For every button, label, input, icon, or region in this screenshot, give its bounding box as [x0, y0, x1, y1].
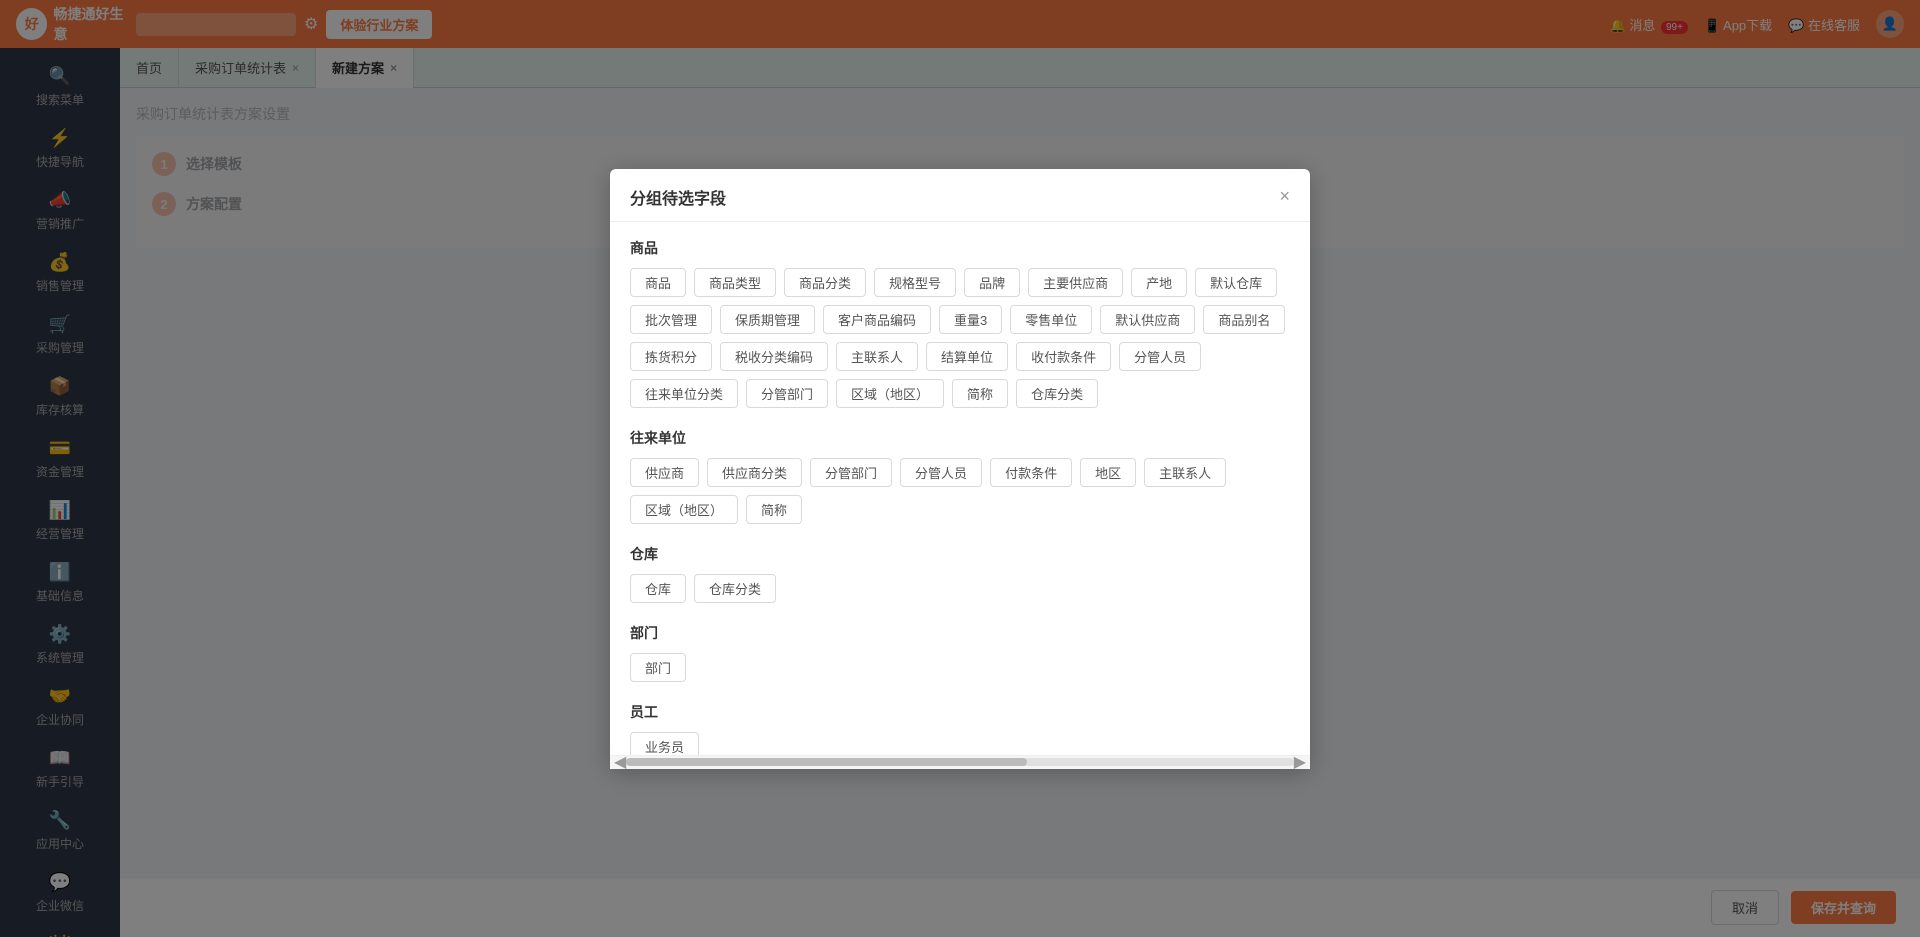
field-tag[interactable]: 分管人员	[1119, 342, 1201, 371]
field-tag[interactable]: 往来单位分类	[630, 379, 738, 408]
field-tag[interactable]: 简称	[952, 379, 1008, 408]
field-section-商品: 商品商品商品类型商品分类规格型号品牌主要供应商产地默认仓库批次管理保质期管理客户…	[630, 238, 1290, 408]
field-tag[interactable]: 保质期管理	[720, 305, 815, 334]
scroll-right-arrow[interactable]: ▶	[1294, 752, 1306, 772]
field-tags-员工: 业务员	[630, 732, 1290, 755]
field-section-员工: 员工业务员	[630, 702, 1290, 755]
modal-dialog: 分组待选字段 × 商品商品商品类型商品分类规格型号品牌主要供应商产地默认仓库批次…	[610, 169, 1310, 769]
field-tag[interactable]: 仓库分类	[694, 574, 776, 603]
modal-header: 分组待选字段 ×	[610, 169, 1310, 222]
field-tag[interactable]: 重量3	[939, 305, 1002, 334]
field-tag[interactable]: 商品分类	[784, 268, 866, 297]
field-tag[interactable]: 商品类型	[694, 268, 776, 297]
field-tag[interactable]: 税收分类编码	[720, 342, 828, 371]
field-tag[interactable]: 区域（地区）	[630, 495, 738, 524]
field-tag[interactable]: 零售单位	[1010, 305, 1092, 334]
field-tag[interactable]: 规格型号	[874, 268, 956, 297]
field-section-往来单位: 往来单位供应商供应商分类分管部门分管人员付款条件地区主联系人区域（地区） 简称	[630, 428, 1290, 524]
field-tags-商品: 商品商品类型商品分类规格型号品牌主要供应商产地默认仓库批次管理保质期管理客户商品…	[630, 268, 1290, 408]
field-tag[interactable]: 区域（地区）	[836, 379, 944, 408]
field-tag[interactable]: 客户商品编码	[823, 305, 931, 334]
field-tag[interactable]: 业务员	[630, 732, 699, 755]
field-tags-仓库: 仓库仓库分类	[630, 574, 1290, 603]
field-tag[interactable]: 分管人员	[900, 458, 982, 487]
field-tags-部门: 部门	[630, 653, 1290, 682]
scroll-thumb	[626, 758, 1026, 766]
section-title: 商品	[630, 238, 1290, 258]
field-tag[interactable]: 简称	[746, 495, 802, 524]
field-tag[interactable]: 分管部门	[746, 379, 828, 408]
field-tag[interactable]: 结算单位	[926, 342, 1008, 371]
section-title: 部门	[630, 623, 1290, 643]
modal-title: 分组待选字段	[630, 185, 726, 209]
field-tag[interactable]: 产地	[1131, 268, 1187, 297]
field-tag[interactable]: 主联系人	[836, 342, 918, 371]
modal-close-button[interactable]: ×	[1279, 186, 1290, 207]
field-tag[interactable]: 主联系人	[1144, 458, 1226, 487]
section-title: 往来单位	[630, 428, 1290, 448]
field-tag[interactable]: 批次管理	[630, 305, 712, 334]
field-section-仓库: 仓库仓库仓库分类	[630, 544, 1290, 603]
field-tag[interactable]: 付款条件	[990, 458, 1072, 487]
scroll-left-arrow[interactable]: ◀	[614, 752, 626, 772]
field-tag[interactable]: 拣货积分	[630, 342, 712, 371]
field-tag[interactable]: 主要供应商	[1028, 268, 1123, 297]
field-tag[interactable]: 商品	[630, 268, 686, 297]
field-tag[interactable]: 默认仓库	[1195, 268, 1277, 297]
field-tag[interactable]: 默认供应商	[1100, 305, 1195, 334]
modal-overlay: 分组待选字段 × 商品商品商品类型商品分类规格型号品牌主要供应商产地默认仓库批次…	[0, 0, 1920, 937]
field-tag[interactable]: 部门	[630, 653, 686, 682]
field-tags-往来单位: 供应商供应商分类分管部门分管人员付款条件地区主联系人区域（地区） 简称	[630, 458, 1290, 524]
field-tag[interactable]: 供应商	[630, 458, 699, 487]
field-tag[interactable]: 仓库	[630, 574, 686, 603]
field-tag[interactable]: 地区	[1080, 458, 1136, 487]
modal-body[interactable]: 商品商品商品类型商品分类规格型号品牌主要供应商产地默认仓库批次管理保质期管理客户…	[610, 222, 1310, 755]
section-title: 仓库	[630, 544, 1290, 564]
field-tag[interactable]: 商品别名	[1203, 305, 1285, 334]
field-tag[interactable]: 收付款条件	[1016, 342, 1111, 371]
modal-bottom-scroll: ◀ ▶	[610, 755, 1310, 769]
scroll-track	[626, 758, 1293, 766]
field-tag[interactable]: 品牌	[964, 268, 1020, 297]
field-tag[interactable]: 供应商分类	[707, 458, 802, 487]
section-title: 员工	[630, 702, 1290, 722]
field-tag[interactable]: 分管部门	[810, 458, 892, 487]
field-section-部门: 部门部门	[630, 623, 1290, 682]
field-tag[interactable]: 仓库分类	[1016, 379, 1098, 408]
